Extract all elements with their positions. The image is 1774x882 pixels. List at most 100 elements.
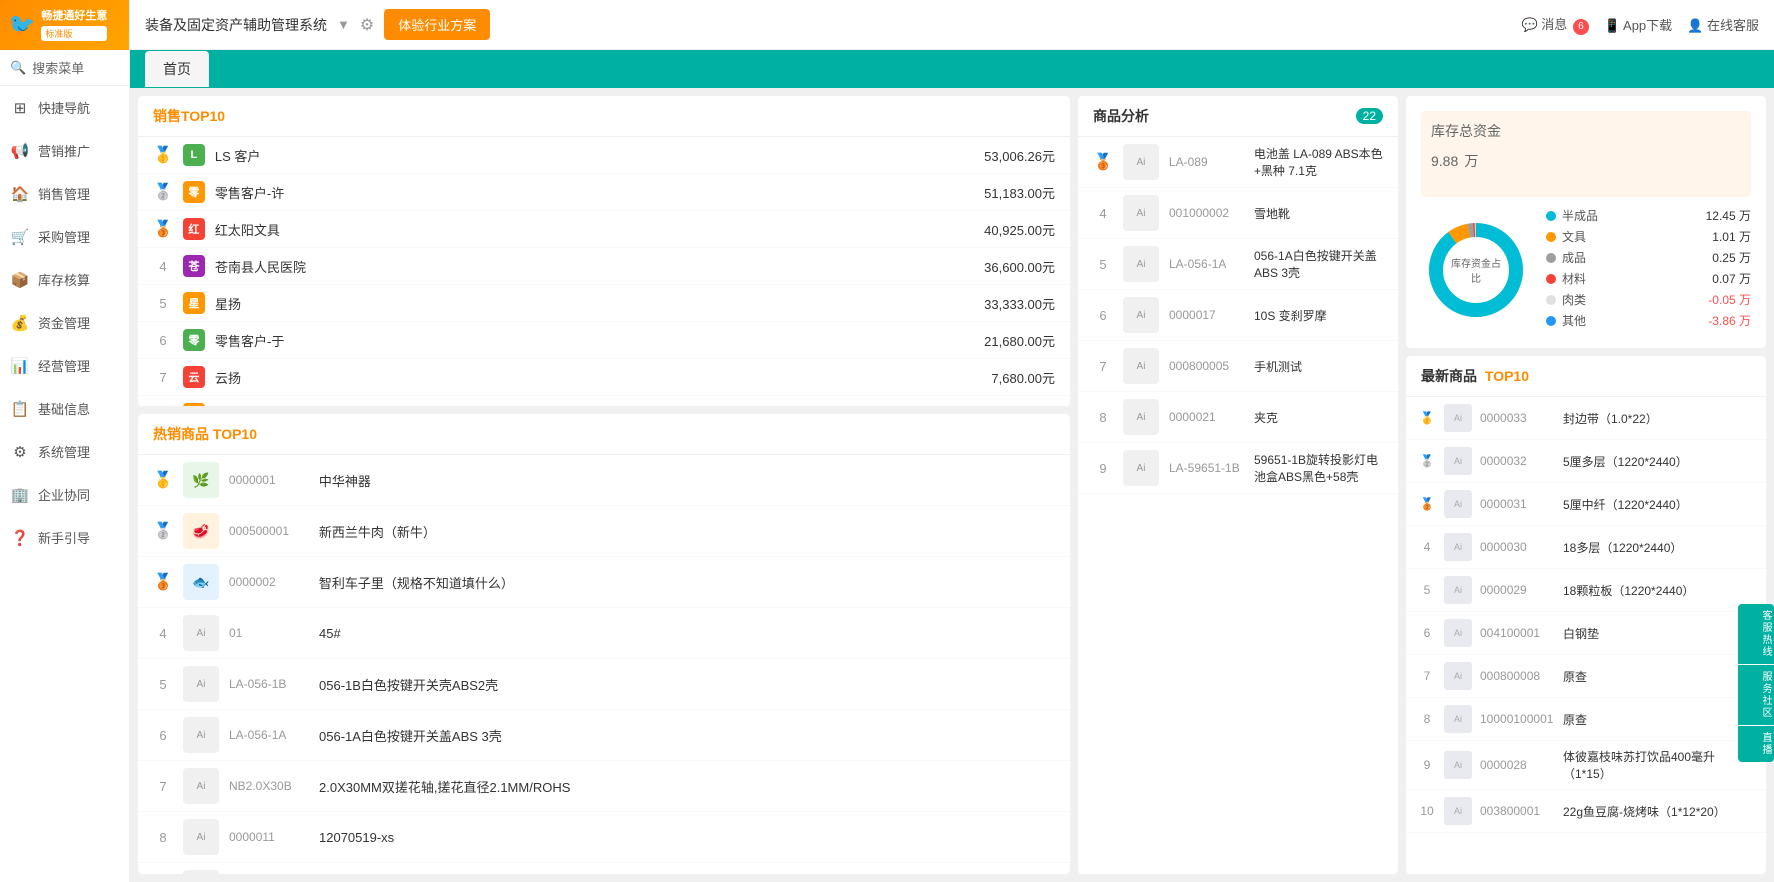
table-row: 7 Ai 000800005 手机测试 bbox=[1078, 341, 1398, 392]
product-img-6: Ai bbox=[183, 717, 219, 753]
table-row: 7 云 云扬 7,680.00元 bbox=[138, 359, 1070, 396]
newest-name-4: 18多层（1220*2440） bbox=[1563, 539, 1754, 556]
float-btn-community[interactable]: 服务社区 bbox=[1738, 665, 1774, 725]
inventory-title: 库存总资金 bbox=[1431, 121, 1741, 141]
tab-home[interactable]: 首页 bbox=[145, 51, 209, 87]
newest-code-8: 10000100001 bbox=[1480, 712, 1555, 726]
newest-products-card: 最新商品 TOP10 🥇 Ai 0000033 封边带（1.0*22） 🥈 Ai bbox=[1406, 356, 1766, 874]
table-row: 6 Ai 0000017 10S 变刹罗摩 bbox=[1078, 290, 1398, 341]
legend-item-5: 其他 -3.86 万 bbox=[1546, 312, 1751, 329]
legend-name-0: 半成品 bbox=[1562, 207, 1700, 224]
sidebar-item-label: 采购管理 bbox=[38, 227, 90, 246]
sidebar-item-label: 资金管理 bbox=[38, 313, 90, 332]
operation-icon: 📊 bbox=[10, 357, 30, 375]
legend-name-3: 材料 bbox=[1562, 270, 1706, 287]
sidebar-item-finance[interactable]: 💰 资金管理 bbox=[0, 301, 129, 344]
rank-badge-2: 零 bbox=[183, 181, 205, 203]
newest-img-7: Ai bbox=[1444, 662, 1472, 690]
table-row: 🥉 红 红太阳文具 40,925.00元 bbox=[138, 211, 1070, 248]
newest-name-6: 白钢垫 bbox=[1563, 625, 1754, 642]
trial-button[interactable]: 体验行业方案 bbox=[384, 9, 490, 40]
analysis-name-5: 056-1A白色按键开关盖ABS 3壳 bbox=[1254, 247, 1383, 281]
newest-img-8: Ai bbox=[1444, 705, 1472, 733]
sidebar-item-quick-nav[interactable]: ⊞ 快捷导航 bbox=[0, 86, 129, 129]
sidebar-item-basic[interactable]: 📋 基础信息 bbox=[0, 387, 129, 430]
newest-name-1: 封边带（1.0*22） bbox=[1563, 410, 1754, 427]
search-menu-item[interactable]: 🔍 搜索菜单 bbox=[0, 50, 129, 86]
legend-item-2: 成品 0.25 万 bbox=[1546, 249, 1751, 266]
main-content: 装备及固定资产辅助管理系统 ▼ ⚙ 体验行业方案 💬 消息 6 📱 App下载 … bbox=[130, 0, 1774, 882]
customer-name-7: 云扬 bbox=[215, 368, 981, 387]
analysis-name-9: 59651-1B旋转投影灯电池盒ABS黑色+58壳 bbox=[1254, 451, 1383, 485]
product-code-5: LA-056-1B bbox=[229, 677, 309, 691]
online-service-item[interactable]: 👤 在线客服 bbox=[1687, 15, 1759, 34]
legend-name-5: 其他 bbox=[1562, 312, 1702, 329]
product-analysis-badge: 22 bbox=[1356, 108, 1383, 124]
hot-products-card: 热销商品 TOP10 🥇 🌿 0000001 中华神器 🥈 🥩 0005000 bbox=[138, 414, 1070, 874]
app-subtitle: 标准版 bbox=[41, 26, 107, 41]
legend-dot-5 bbox=[1546, 316, 1556, 326]
newest-code-4: 0000030 bbox=[1480, 540, 1555, 554]
newest-name-7: 原查 bbox=[1563, 668, 1754, 685]
guide-icon: ❓ bbox=[10, 529, 30, 547]
dropdown-icon[interactable]: ▼ bbox=[337, 17, 350, 32]
product-rank-7: 7 bbox=[153, 779, 173, 794]
newest-name-8: 原查 bbox=[1563, 711, 1754, 728]
amount-4: 36,600.00元 bbox=[984, 257, 1055, 276]
list-item: 6 Ai LA-056-1A 056-1A白色按键开关盖ABS 3壳 bbox=[138, 710, 1070, 761]
list-item: 5 Ai 0000029 18颗粒板（1220*2440） bbox=[1406, 569, 1766, 612]
analysis-code-6: 0000017 bbox=[1169, 308, 1244, 322]
sidebar-item-label: 基础信息 bbox=[38, 399, 90, 418]
sidebar-item-purchase[interactable]: 🛒 采购管理 bbox=[0, 215, 129, 258]
app-download-item[interactable]: 📱 App下载 bbox=[1604, 15, 1672, 34]
list-item: 4 Ai 01 45# bbox=[138, 608, 1070, 659]
list-item: 8 Ai 0000011 12070519-xs bbox=[138, 812, 1070, 863]
middle-panel: 商品分析 22 🥉 Ai LA-089 电池盖 LA-089 ABS本色+黑种 … bbox=[1078, 96, 1398, 874]
amount-5: 33,333.00元 bbox=[984, 294, 1055, 313]
product-code-6: LA-056-1A bbox=[229, 728, 309, 742]
message-item[interactable]: 💬 消息 6 bbox=[1521, 14, 1588, 35]
sales-ranking-card: 销售TOP10 🥇 L LS 客户 53,006.26元 🥈 零 零售客户-许 bbox=[138, 96, 1070, 406]
newest-rank-8: 8 bbox=[1418, 712, 1436, 726]
search-menu-label: 搜索菜单 bbox=[32, 58, 84, 77]
sidebar-item-sales[interactable]: 🏠 销售管理 bbox=[0, 172, 129, 215]
sidebar-item-label: 库存核算 bbox=[38, 270, 90, 289]
sales-ranking-header: 销售TOP10 bbox=[138, 96, 1070, 137]
chart-area: 库存资金占比 半成品 12.45 万 文具 1.01 万 bbox=[1421, 207, 1751, 333]
sidebar-item-system[interactable]: ⚙ 系统管理 bbox=[0, 430, 129, 473]
enterprise-icon: 🏢 bbox=[10, 486, 30, 504]
sidebar-item-inventory[interactable]: 📦 库存核算 bbox=[0, 258, 129, 301]
inventory-bg: 库存总资金 9.88 万 bbox=[1421, 111, 1751, 197]
legend-item-4: 肉类 -0.05 万 bbox=[1546, 291, 1751, 308]
table-row: 4 苍 苍南县人民医院 36,600.00元 bbox=[138, 248, 1070, 285]
product-rank-4: 4 bbox=[153, 626, 173, 641]
product-name-7: 2.0X30MM双搓花轴,搓花直径2.1MM/ROHS bbox=[319, 777, 1055, 796]
sidebar-item-marketing[interactable]: 📢 营销推广 bbox=[0, 129, 129, 172]
sales-ranking-title: 销售TOP10 bbox=[153, 106, 225, 126]
rank-medal-3: 🥉 bbox=[153, 219, 173, 239]
newest-medal-2: 🥈 bbox=[1418, 454, 1436, 468]
product-analysis-title: 商品分析 bbox=[1093, 106, 1149, 126]
product-name-5: 056-1B白色按键开关壳ABS2壳 bbox=[319, 675, 1055, 694]
legend-value-4: -0.05 万 bbox=[1708, 291, 1751, 308]
sidebar-item-enterprise[interactable]: 🏢 企业协同 bbox=[0, 473, 129, 516]
table-row: 4 Ai 001000002 雪地靴 bbox=[1078, 188, 1398, 239]
sidebar-item-guide[interactable]: ❓ 新手引导 bbox=[0, 516, 129, 559]
newest-img-10: Ai bbox=[1444, 797, 1472, 825]
table-row: 8 Ai 0000021 夹克 bbox=[1078, 392, 1398, 443]
product-code-7: NB2.0X30B bbox=[229, 779, 309, 793]
gear-icon[interactable]: ⚙ bbox=[360, 15, 374, 35]
sidebar-item-operation[interactable]: 📊 经营管理 bbox=[0, 344, 129, 387]
legend-dot-1 bbox=[1546, 232, 1556, 242]
float-btn-service[interactable]: 客服热线 bbox=[1738, 604, 1774, 664]
marketing-icon: 📢 bbox=[10, 142, 30, 160]
hot-products-title: 热销商品 TOP10 bbox=[153, 424, 257, 444]
rank-num-6: 6 bbox=[153, 333, 173, 348]
inventory-total: 9.88 万 bbox=[1431, 146, 1741, 172]
product-medal-2: 🥈 bbox=[153, 521, 173, 541]
rank-num-5: 5 bbox=[153, 296, 173, 311]
newest-img-5: Ai bbox=[1444, 576, 1472, 604]
float-btn-live[interactable]: 直播 bbox=[1738, 726, 1774, 762]
newest-rank-4: 4 bbox=[1418, 540, 1436, 554]
legend-value-1: 1.01 万 bbox=[1712, 228, 1751, 245]
